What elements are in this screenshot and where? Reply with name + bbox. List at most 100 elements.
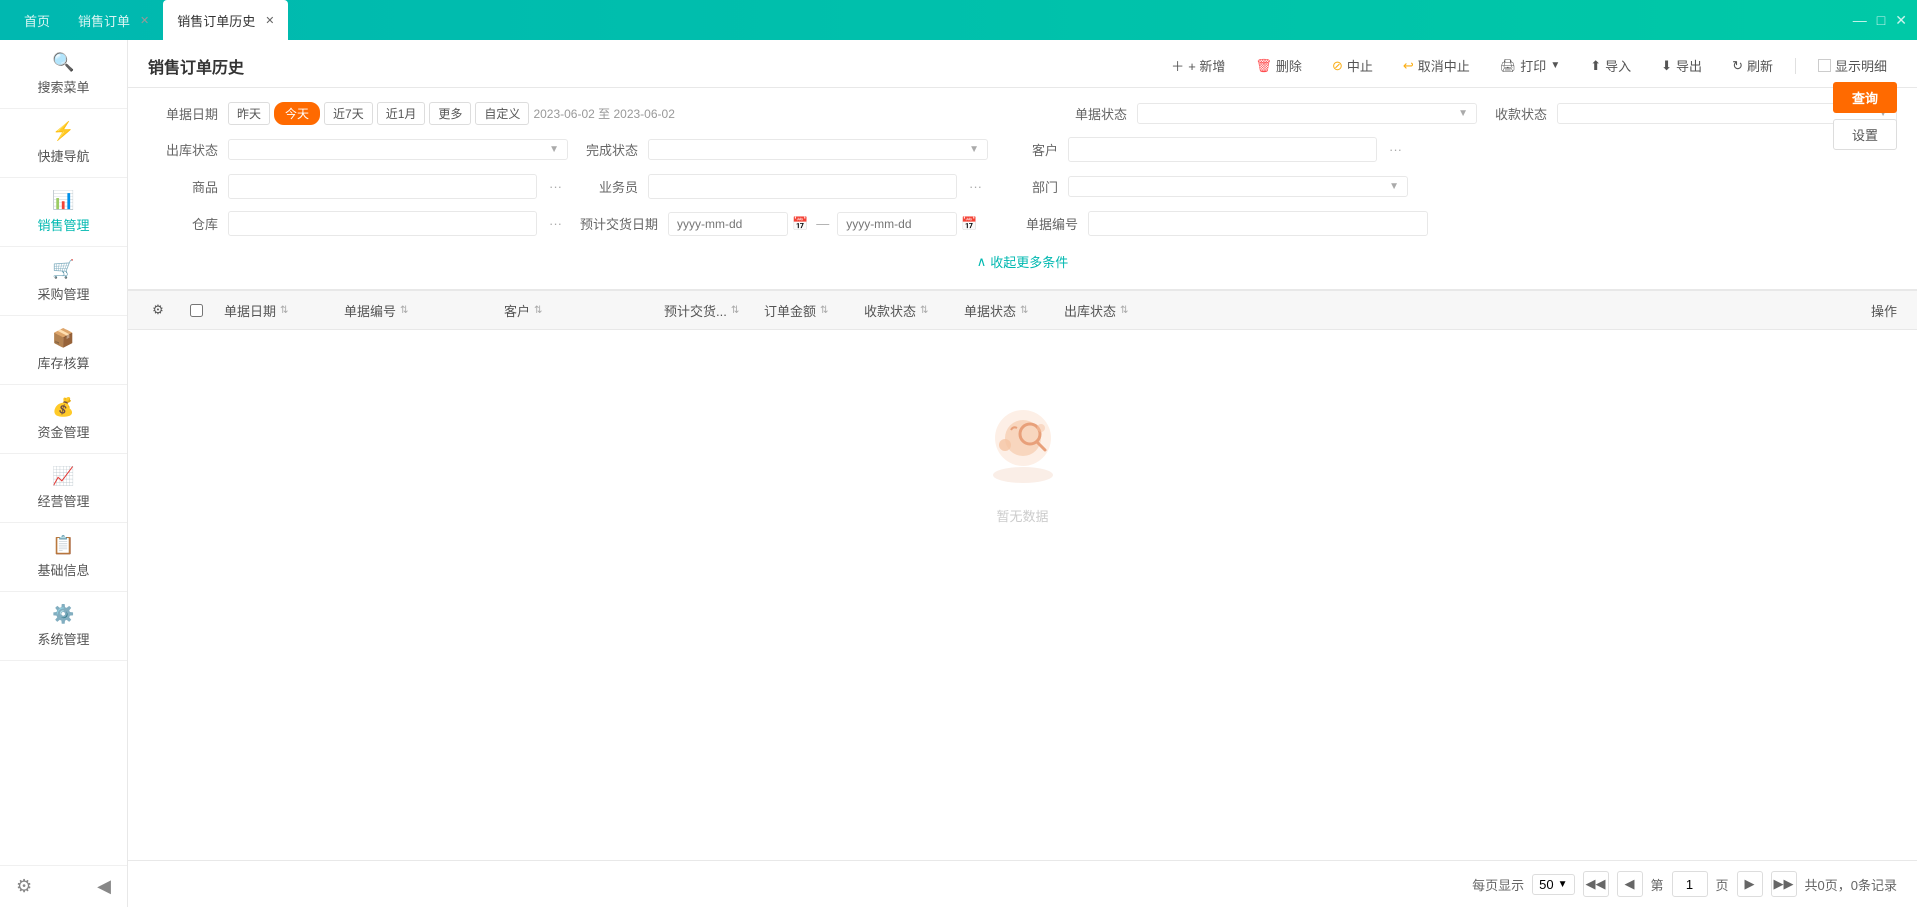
th-no[interactable]: 单据编号 ⇅ [334,301,494,320]
minimize-icon[interactable]: — [1853,12,1867,28]
th-status-sort-icon: ⇅ [1020,305,1028,316]
display-detail-label: 显示明细 [1835,56,1887,75]
cancel-stop-button[interactable]: ↩ 取消中止 [1393,52,1480,79]
window-controls: — □ ✕ [1853,12,1907,29]
th-checkbox[interactable] [178,304,214,317]
sales-mgmt-icon: 📊 [52,190,74,211]
th-payment-label: 收款状态 [864,301,916,320]
sidebar-item-purchase-mgmt[interactable]: 🛒 采购管理 [0,247,127,316]
filter-status-select[interactable]: ▼ [1137,103,1477,124]
filter-goods-input[interactable] [228,174,537,199]
footer-pagination: 每页显示 50 ▼ ◀◀ ◀ 第 页 ▶ ▶▶ 共0页，0条记录 [128,860,1917,907]
delivery-start-input[interactable] [668,212,788,236]
th-payment-status[interactable]: 收款状态 ⇅ [854,301,954,320]
pagination-prev-button[interactable]: ◀ [1617,871,1643,897]
date-btn-custom[interactable]: 自定义 [475,102,529,125]
filter-outbound-select[interactable]: ▼ [228,139,568,160]
sidebar-item-search-menu[interactable]: 🔍 搜索菜单 [0,40,127,109]
quick-nav-icon: ⚡ [52,121,74,142]
th-doc-status[interactable]: 单据状态 ⇅ [954,301,1054,320]
th-outbound-status[interactable]: 出库状态 ⇅ [1054,301,1154,320]
select-all-checkbox[interactable] [190,304,203,317]
print-icon: 🖨 [1500,58,1517,74]
tab-home[interactable]: 首页 [10,0,64,40]
first-page-icon: ◀◀ [1586,876,1606,892]
pagination-last-button[interactable]: ▶▶ [1771,871,1797,897]
filter-dept-select[interactable]: ▼ [1068,176,1408,197]
filter-customer-input[interactable] [1068,137,1377,162]
export-button[interactable]: ⬇ 导出 [1651,52,1712,79]
date-btn-yesterday[interactable]: 昨天 [228,102,270,125]
th-customer[interactable]: 客户 ⇅ [494,301,654,320]
sidebar-item-sales-mgmt[interactable]: 📊 销售管理 [0,178,127,247]
delete-button[interactable]: 🗑 删除 [1245,52,1312,79]
outbound-arrow-icon: ▼ [549,144,559,155]
date-btn-more[interactable]: 更多 [429,102,471,125]
th-date[interactable]: 单据日期 ⇅ [214,301,334,320]
new-button[interactable]: ＋ + 新增 [1161,52,1235,79]
pagination-next-button[interactable]: ▶ [1737,871,1763,897]
delivery-end-cal-icon[interactable]: 📅 [961,216,977,232]
filter-complete-select[interactable]: ▼ [648,139,988,160]
date-btn-1month[interactable]: 近1月 [377,102,426,125]
th-outbound-sort-icon: ⇅ [1120,305,1128,316]
filter-collapse-btn[interactable]: ∧ 收起更多条件 [148,248,1897,275]
sidebar-item-basic-info[interactable]: 📋 基础信息 [0,523,127,592]
filter-dept-label: 部门 [988,177,1068,196]
import-button[interactable]: ⬆ 导入 [1580,52,1641,79]
delivery-start-cal-icon[interactable]: 📅 [792,216,808,232]
sidebar-item-operations[interactable]: 📈 经营管理 [0,454,127,523]
empty-state: 暂无数据 [128,330,1917,585]
query-button[interactable]: 查询 [1833,82,1897,113]
filter-warehouse-input[interactable] [228,211,537,236]
sidebar-toggle-icon[interactable]: ◀ [97,876,111,897]
goods-more-icon[interactable]: ··· [543,179,568,194]
pagination-first-button[interactable]: ◀◀ [1583,871,1609,897]
sidebar-item-quick-nav[interactable]: ⚡ 快捷导航 [0,109,127,178]
display-detail-toggle[interactable]: 显示明细 [1808,52,1897,79]
set-button[interactable]: 设置 [1833,119,1897,150]
th-op-label: 操作 [1871,301,1897,320]
refresh-button[interactable]: ↻ 刷新 [1722,52,1783,79]
th-amount[interactable]: 订单金额 ⇅ [754,301,854,320]
page-number-input[interactable] [1672,871,1708,897]
delivery-end-input[interactable] [837,212,957,236]
sidebar-item-system[interactable]: ⚙️ 系统管理 [0,592,127,661]
salesperson-more-icon[interactable]: ··· [963,179,988,194]
filter-area: 单据日期 昨天 今天 近7天 近1月 更多 自定义 2023-06-02 至 2… [128,88,1917,290]
close-window-icon[interactable]: ✕ [1895,12,1907,29]
filter-doc-no-field [1088,211,1428,236]
display-detail-checkbox[interactable] [1818,59,1831,72]
complete-arrow-icon: ▼ [969,144,979,155]
tab-sales-order-close[interactable]: ✕ [140,14,149,27]
sidebar-settings-icon[interactable]: ⚙ [16,876,32,897]
tab-sales-history-label: 销售订单历史 [177,11,255,30]
th-delivery[interactable]: 预计交货... ⇅ [654,301,754,320]
print-button[interactable]: 🖨 打印 ▼ [1490,52,1570,79]
tab-sales-history[interactable]: 销售订单历史 ✕ [163,0,288,40]
stop-button[interactable]: ⊘ 中止 [1322,52,1383,79]
page-size-select[interactable]: 50 ▼ [1532,874,1574,895]
sidebar-item-finance[interactable]: 💰 资金管理 [0,385,127,454]
customer-more-icon[interactable]: ··· [1383,142,1408,157]
sidebar-item-inventory[interactable]: 📦 库存核算 [0,316,127,385]
main-content: 销售订单历史 ＋ + 新增 🗑 删除 ⊘ 中止 ↩ 取消中止 [128,40,1917,907]
filter-doc-no-input[interactable] [1088,211,1428,236]
warehouse-more-icon[interactable]: ··· [543,216,568,231]
filter-customer-field: ··· [1068,137,1408,162]
filter-salesperson-input[interactable] [648,174,957,199]
th-date-label: 单据日期 [224,301,276,320]
th-settings[interactable]: ⚙ [138,302,178,318]
date-btn-today[interactable]: 今天 [274,102,320,125]
cancel-stop-label: 取消中止 [1418,56,1470,75]
restore-icon[interactable]: □ [1877,12,1885,28]
date-btn-7days[interactable]: 近7天 [324,102,373,125]
tab-sales-history-close[interactable]: ✕ [265,14,274,27]
toolbar: ＋ + 新增 🗑 删除 ⊘ 中止 ↩ 取消中止 🖨 打印 [1161,52,1897,79]
system-icon: ⚙️ [52,604,74,625]
tab-sales-order[interactable]: 销售订单 ✕ [64,0,163,40]
query-btn-area: 查询 设置 [1833,82,1897,150]
filter-row-3: 商品 ··· 业务员 ··· 部门 ▼ [148,174,1897,199]
filter-payment-label: 收款状态 [1477,104,1557,123]
sidebar-item-sales-mgmt-label: 销售管理 [37,215,89,234]
